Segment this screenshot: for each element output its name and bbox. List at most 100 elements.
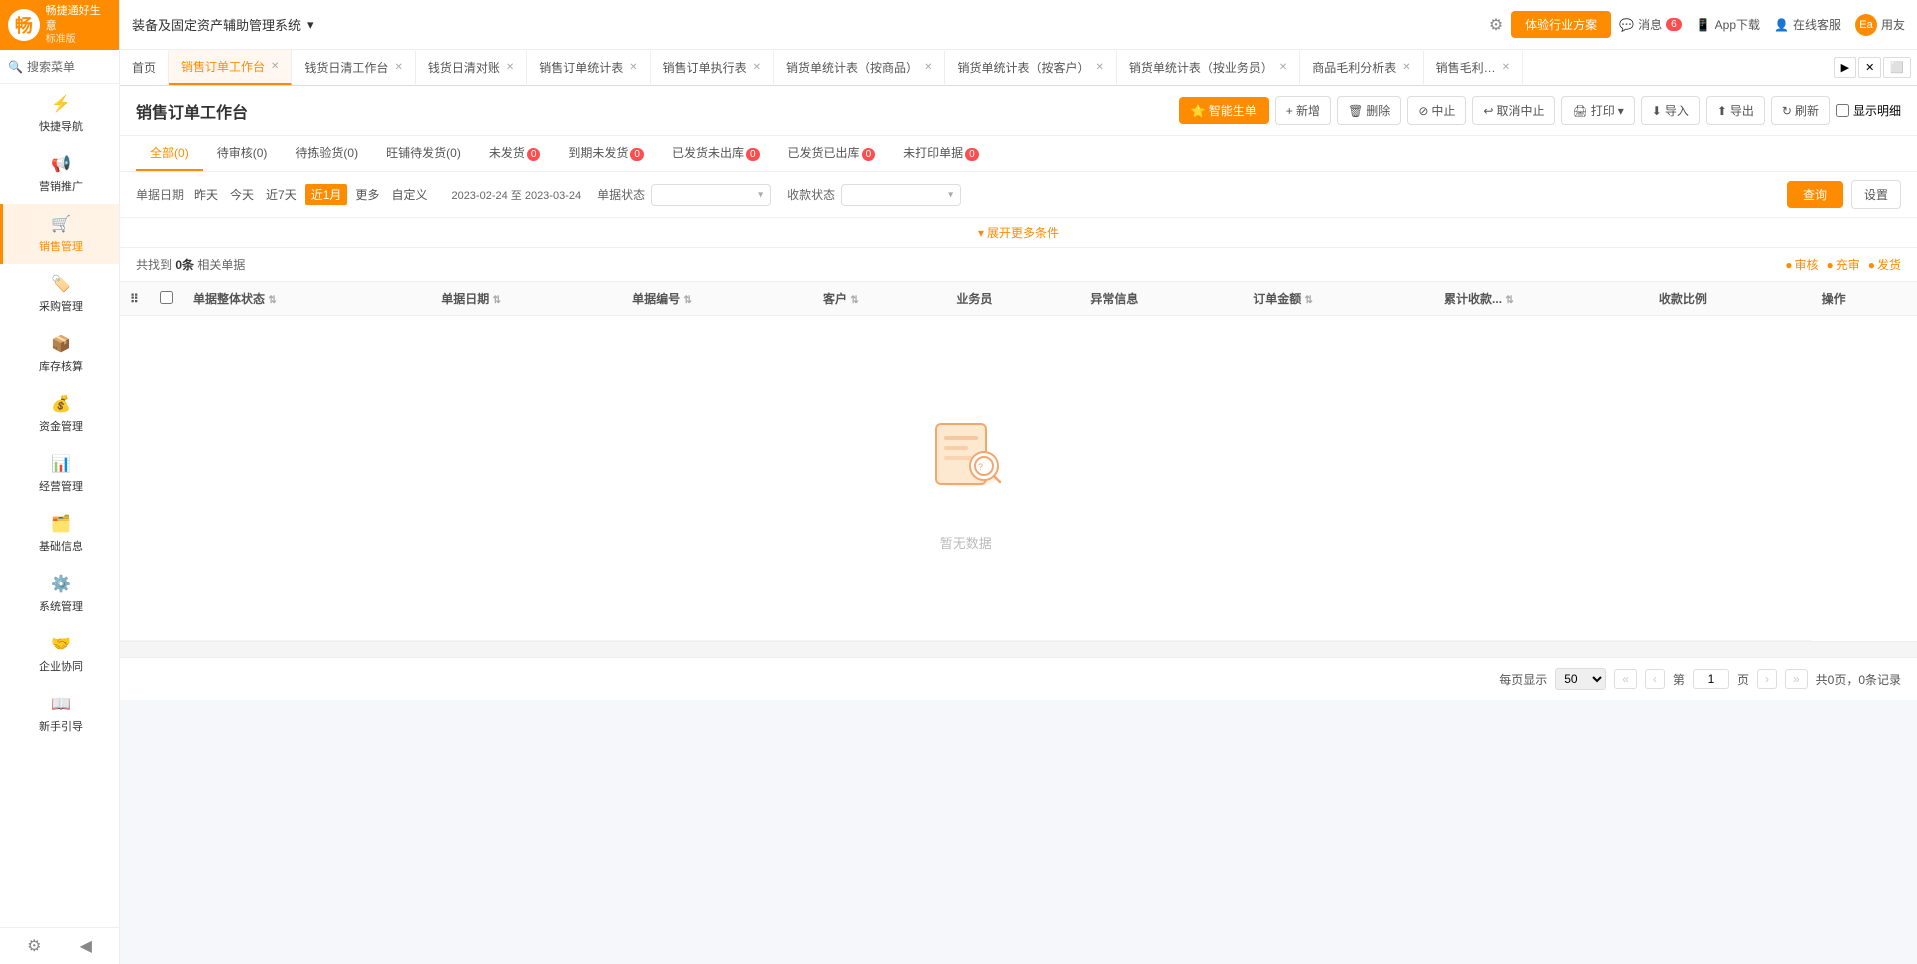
tab-scroll-right[interactable]: ▶ (1834, 57, 1856, 78)
sidebar-item-guide[interactable]: 📖 新手引导 (0, 684, 119, 744)
collapse-icon[interactable]: ◀ (80, 936, 92, 956)
tab-sales-summary-product[interactable]: 销货单统计表（按商品） ✕ (774, 51, 945, 84)
sales-icon: 🛒 (51, 214, 71, 234)
date-opt-7days[interactable]: 近7天 (262, 184, 301, 205)
tab-sales-summary-customer[interactable]: 销货单统计表（按客户） ✕ (945, 51, 1116, 84)
sidebar-item-system[interactable]: ⚙️ 系统管理 (0, 564, 119, 624)
import-btn[interactable]: ⬇ 导入 (1641, 96, 1700, 125)
sidebar-item-inventory[interactable]: 📦 库存核算 (0, 324, 119, 384)
refresh-icon: ↻ (1782, 104, 1792, 118)
app-download-item[interactable]: 📱 App下载 (1696, 16, 1760, 33)
export-btn[interactable]: ⬆ 导出 (1706, 96, 1765, 125)
col-collected[interactable]: 累计收款... (1434, 282, 1649, 316)
ftab-all[interactable]: 全部(0) (136, 136, 203, 171)
ftab-shipped-out[interactable]: 已发货已出库0 (774, 136, 890, 171)
show-detail-checkbox[interactable] (1836, 104, 1849, 117)
date-opt-yesterday[interactable]: 昨天 (190, 184, 222, 205)
tab-sales-workbench[interactable]: 销售订单工作台 ✕ (169, 50, 292, 85)
cancel-stop-btn[interactable]: ↩ 取消中止 (1472, 96, 1555, 125)
tab-close-summary-staff[interactable]: ✕ (1279, 62, 1287, 73)
settings-icon[interactable]: ⚙ (27, 936, 41, 956)
date-opt-today[interactable]: 今天 (226, 184, 258, 205)
message-item[interactable]: 💬 消息 6 (1619, 16, 1682, 33)
status-select[interactable] (651, 184, 771, 206)
tab-close-summary-customer[interactable]: ✕ (1095, 62, 1103, 73)
sidebar-item-enterprise[interactable]: 🤝 企业协同 (0, 624, 119, 684)
tab-close-sales-exec[interactable]: ✕ (753, 62, 761, 73)
review-action[interactable]: ● 审核 (1785, 256, 1818, 273)
delete-btn[interactable]: 🗑 删除 (1337, 96, 1401, 125)
col-customer[interactable]: 客户 (813, 282, 946, 316)
smart-create-btn[interactable]: ⭐ 智能生单 (1179, 97, 1269, 124)
unreview-action[interactable]: ● 充审 (1826, 256, 1859, 273)
ftab-pending-inspect[interactable]: 待拣验货(0) (281, 136, 372, 171)
date-opt-more[interactable]: 更多 (351, 184, 383, 205)
page-input[interactable] (1693, 669, 1729, 689)
tab-sales-exec[interactable]: 销售订单执行表 ✕ (651, 51, 774, 84)
col-amount[interactable]: 订单金额 (1243, 282, 1434, 316)
col-date[interactable]: 单据日期 (431, 282, 622, 316)
ftab-not-shipped[interactable]: 未发货0 (475, 136, 555, 171)
date-opt-1month[interactable]: 近1月 (305, 184, 348, 205)
show-detail-label[interactable]: 显示明细 (1836, 102, 1901, 119)
tab-home[interactable]: 首页 (120, 51, 169, 84)
sidebar-item-sales[interactable]: 🛒 销售管理 (0, 204, 119, 264)
expand-filter-btn[interactable]: ▾ 展开更多条件 (978, 224, 1059, 241)
sidebar-item-basicinfo[interactable]: 🗂️ 基础信息 (0, 504, 119, 564)
tab-close-summary-product[interactable]: ✕ (924, 62, 932, 73)
query-btn[interactable]: 查询 (1787, 181, 1843, 208)
online-service-item[interactable]: 👤 在线客服 (1774, 16, 1841, 33)
per-page-select[interactable]: 50 10 20 100 (1555, 668, 1606, 690)
solution-btn[interactable]: 体验行业方案 (1511, 11, 1611, 38)
sidebar-item-capital[interactable]: 💰 资金管理 (0, 384, 119, 444)
col-status[interactable]: 单据整体状态 (183, 282, 431, 316)
date-opt-custom[interactable]: 自定义 (387, 184, 431, 205)
refresh-btn[interactable]: ↻ 刷新 (1771, 96, 1830, 125)
next-page-btn[interactable]: › (1757, 669, 1777, 689)
tab-close-gross-profit[interactable]: ✕ (1402, 62, 1410, 73)
collection-select[interactable] (841, 184, 961, 206)
tab-close-sales-workbench[interactable]: ✕ (271, 61, 279, 72)
ship-action[interactable]: ● 发货 (1868, 256, 1901, 273)
col-staff: 业务员 (946, 282, 1080, 316)
topbar-dropdown[interactable]: ▾ (307, 17, 314, 33)
print-btn[interactable]: 🖨 打印 ▾ (1561, 96, 1634, 125)
horizontal-scrollbar[interactable] (120, 641, 1917, 657)
sidebar-item-purchase[interactable]: 🏷️ 采购管理 (0, 264, 119, 324)
tab-sales-stats[interactable]: 销售订单统计表 ✕ (527, 51, 650, 84)
tab-cash-reconcile[interactable]: 钱货日清对账 ✕ (416, 51, 527, 84)
sidebar-item-quicknav[interactable]: ⚡ 快捷导航 (0, 84, 119, 144)
tab-close-cash-reconcile[interactable]: ✕ (506, 62, 514, 73)
tab-close-cash-daily[interactable]: ✕ (394, 62, 402, 73)
stop-btn[interactable]: ⊘ 中止 (1407, 96, 1466, 125)
ftab-wangpu[interactable]: 旺铺待发货(0) (372, 136, 475, 171)
ftab-overdue[interactable]: 到期未发货0 (554, 136, 658, 171)
tab-cash-daily[interactable]: 钱货日清工作台 ✕ (292, 51, 415, 84)
tab-close-all[interactable]: ✕ (1858, 57, 1881, 78)
add-btn[interactable]: + 新增 (1275, 96, 1331, 125)
star-icon: ⭐ (1191, 104, 1206, 118)
ftab-shipped-not-out[interactable]: 已发货未出库0 (658, 136, 774, 171)
tab-close-sales-stats[interactable]: ✕ (629, 62, 637, 73)
topbar-gear-icon[interactable]: ⚙ (1489, 15, 1503, 35)
select-all-checkbox[interactable] (160, 291, 173, 304)
tab-maximize[interactable]: ⬜ (1883, 57, 1911, 78)
user-item[interactable]: Ea 用友 (1855, 14, 1905, 36)
last-page-btn[interactable]: » (1785, 669, 1808, 689)
ftab-not-printed[interactable]: 未打印单据0 (889, 136, 993, 171)
capital-icon: 💰 (51, 394, 71, 414)
stop-icon: ⊘ (1418, 104, 1428, 118)
col-number[interactable]: 单据编号 (622, 282, 813, 316)
sidebar-search[interactable]: 🔍 搜索菜单 (0, 50, 119, 84)
prev-page-btn[interactable]: ‹ (1645, 669, 1665, 689)
sidebar-item-operation[interactable]: 📊 经营管理 (0, 444, 119, 504)
tab-gross-profit[interactable]: 商品毛利分析表 ✕ (1300, 51, 1423, 84)
first-page-btn[interactable]: « (1614, 669, 1637, 689)
import-icon: ⬇ (1652, 104, 1662, 118)
tab-sales-summary-staff[interactable]: 销货单统计表（按业务员） ✕ (1117, 51, 1300, 84)
setting-btn[interactable]: 设置 (1851, 180, 1901, 209)
tab-close-sales-more[interactable]: ✕ (1502, 62, 1510, 73)
tab-sales-more[interactable]: 销售毛利… ✕ (1424, 51, 1523, 84)
ftab-pending-review[interactable]: 待审核(0) (203, 136, 282, 171)
sidebar-item-marketing[interactable]: 📢 营销推广 (0, 144, 119, 204)
